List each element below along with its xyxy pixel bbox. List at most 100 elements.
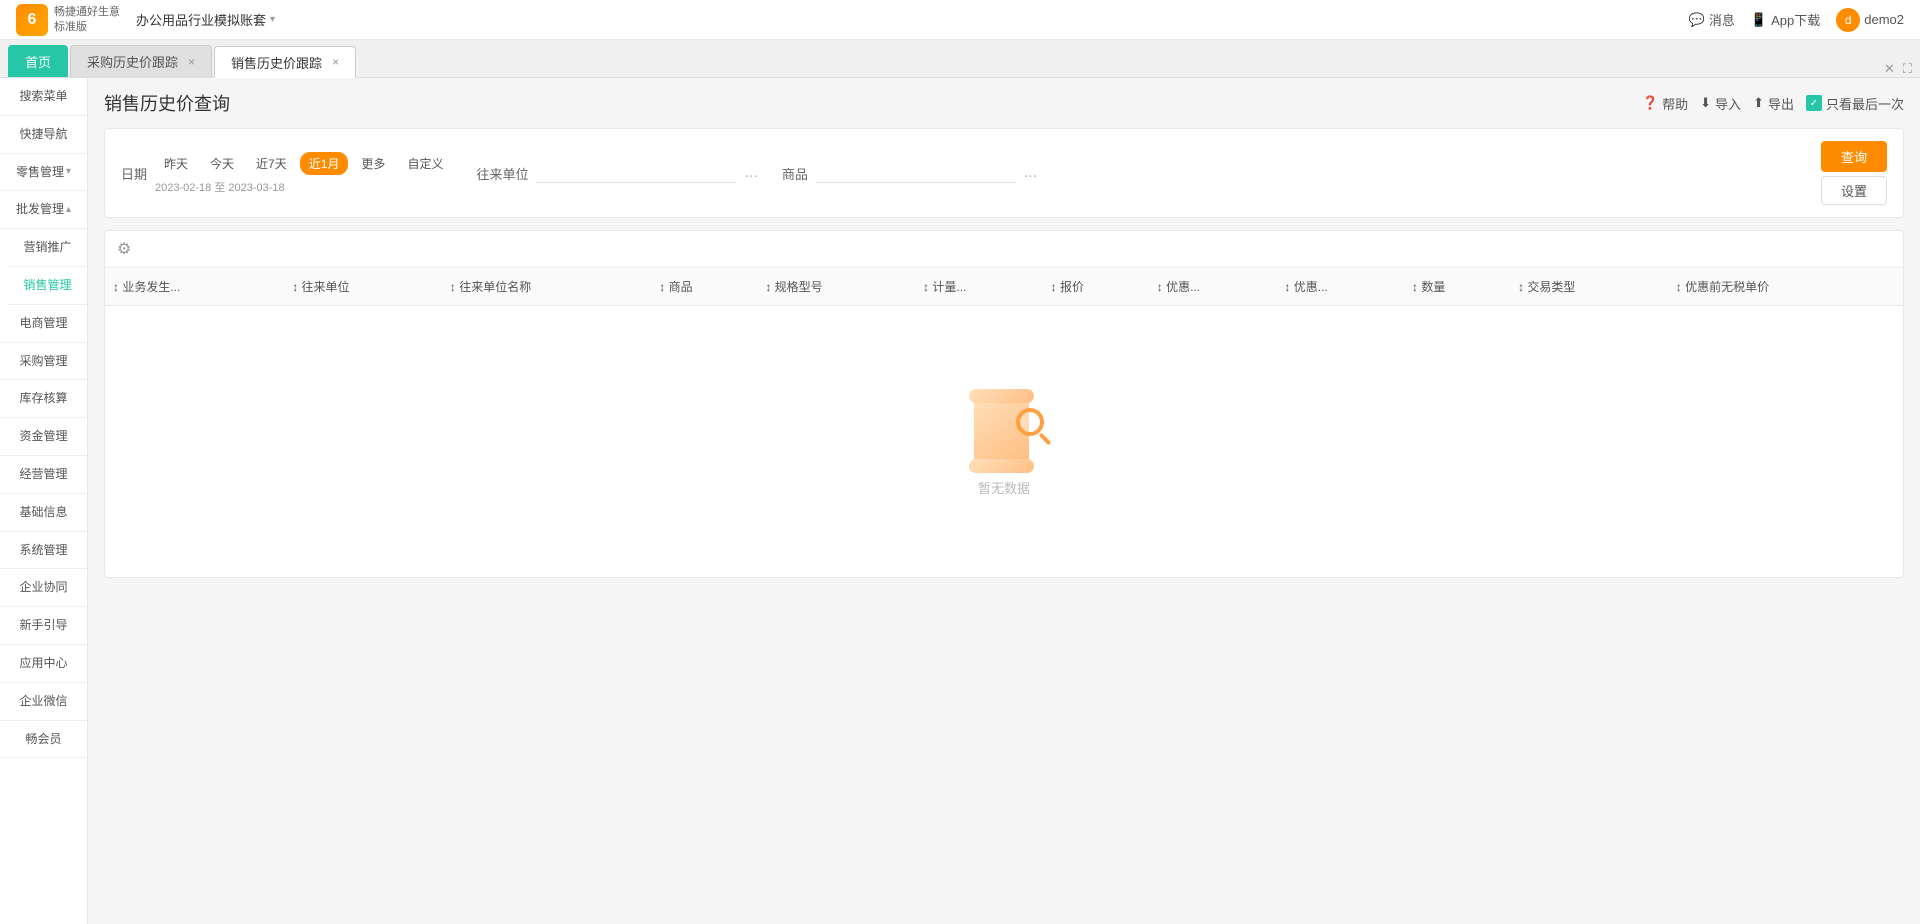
wholesale-mgmt-arrow: ▴ bbox=[66, 203, 71, 217]
tab-sales-history-label: 销售历史价跟踪 bbox=[231, 53, 322, 72]
col-discount1-label: 优惠... bbox=[1166, 280, 1200, 294]
table-head: ↕ 业务发生... ↕ 往来单位 ↕ 往来单位名称 bbox=[105, 268, 1903, 306]
date-btn-today[interactable]: 今天 bbox=[201, 152, 243, 175]
page-content: 销售历史价查询 ❓ 帮助 ⬇ 导入 ⬆ 导出 bbox=[88, 78, 1920, 590]
sidebar-item-system-mgmt[interactable]: 系统管理 bbox=[0, 532, 87, 570]
col-business-date-label: 业务发生... bbox=[122, 280, 180, 294]
sidebar-item-purchase-mgmt[interactable]: 采购管理 bbox=[0, 343, 87, 381]
import-btn[interactable]: ⬇ 导入 bbox=[1700, 94, 1741, 113]
sidebar-item-sales-mgmt[interactable]: 销售管理 bbox=[8, 267, 87, 305]
close-all-tabs-icon[interactable]: ✕ bbox=[1884, 61, 1895, 77]
col-transaction-type-label: 交易类型 bbox=[1527, 280, 1575, 294]
sidebar-item-enterprise-wechat[interactable]: 企业微信 bbox=[0, 683, 87, 721]
col-partner-name-label: 往来单位名称 bbox=[459, 280, 531, 294]
wholesale-submenu: 营销推广 销售管理 bbox=[0, 229, 87, 305]
sidebar-item-ecommerce-label: 电商管理 bbox=[19, 316, 67, 330]
tab-bar: 首页 采购历史价跟踪 × 销售历史价跟踪 × ✕ ⛶ bbox=[0, 40, 1920, 78]
logo-text: 畅捷通好生意 标准版 bbox=[54, 5, 120, 34]
sidebar-item-wholesale-mgmt-label: 批发管理 bbox=[16, 201, 64, 218]
empty-state: 暂无数据 bbox=[105, 306, 1903, 577]
import-label: 导入 bbox=[1715, 94, 1741, 113]
sidebar-item-member[interactable]: 畅会员 bbox=[0, 721, 87, 759]
sidebar-item-operations-label: 经营管理 bbox=[19, 467, 67, 481]
from-unit-input[interactable] bbox=[536, 163, 736, 183]
content-area: 销售历史价查询 ❓ 帮助 ⬇ 导入 ⬆ 导出 bbox=[88, 78, 1920, 924]
from-unit-label: 往来单位 bbox=[476, 164, 528, 183]
logo-area: 6 畅捷通好生意 标准版 bbox=[16, 4, 120, 36]
tab-sales-history-close[interactable]: × bbox=[332, 55, 339, 69]
user-name: demo2 bbox=[1864, 12, 1904, 27]
sidebar-item-marketing[interactable]: 营销推广 bbox=[8, 229, 87, 267]
product-input[interactable] bbox=[816, 163, 1016, 183]
sidebar-item-retail-mgmt[interactable]: 零售管理 ▾ bbox=[0, 154, 87, 192]
app-download-label: App下载 bbox=[1771, 10, 1820, 29]
workspace-selector[interactable]: 办公用品行业模拟账套 ▾ bbox=[128, 6, 283, 33]
sidebar-item-finance-label: 资金管理 bbox=[19, 429, 67, 443]
user-profile-btn[interactable]: d demo2 bbox=[1836, 8, 1904, 32]
col-discount1: ↕ 优惠... bbox=[1149, 268, 1277, 306]
sidebar-item-wechat-label: 企业微信 bbox=[19, 694, 67, 708]
sidebar-item-ecommerce-mgmt[interactable]: 电商管理 bbox=[0, 305, 87, 343]
tab-home[interactable]: 首页 bbox=[8, 45, 68, 77]
product-label: 商品 bbox=[782, 164, 808, 183]
filter-area: 日期 昨天 今天 近7天 近1月 更多 自定义 2023-02-18 至 202… bbox=[104, 128, 1904, 218]
header-left: 6 畅捷通好生意 标准版 办公用品行业模拟账套 ▾ bbox=[16, 4, 283, 36]
col-pretax-price: ↕ 优惠前无税单价 bbox=[1668, 268, 1903, 306]
only-last-label: 只看最后一次 bbox=[1826, 94, 1904, 113]
help-btn[interactable]: ❓ 帮助 bbox=[1642, 94, 1688, 113]
export-icon: ⬆ bbox=[1753, 95, 1764, 111]
date-btn-7days[interactable]: 近7天 bbox=[247, 152, 296, 175]
message-btn[interactable]: 💬 消息 bbox=[1689, 10, 1735, 29]
col-business-date: ↕ 业务发生... bbox=[105, 268, 284, 306]
sidebar-item-sales-mgmt-label: 销售管理 bbox=[23, 278, 71, 292]
sidebar-item-quick-nav[interactable]: 快捷导航 bbox=[0, 116, 87, 154]
sidebar: 搜索菜单 快捷导航 零售管理 ▾ 批发管理 ▴ 营销推广 销售管理 电商管理 采… bbox=[0, 78, 88, 924]
col-product-label: 商品 bbox=[669, 280, 693, 294]
tab-purchase-history[interactable]: 采购历史价跟踪 × bbox=[70, 45, 212, 77]
message-label: 消息 bbox=[1709, 10, 1735, 29]
table-toolbar: ⚙ bbox=[105, 231, 1903, 268]
sidebar-item-retail-mgmt-label: 零售管理 bbox=[16, 164, 64, 181]
sidebar-item-inventory-label: 库存核算 bbox=[19, 391, 67, 405]
col-partner-code-label: 往来单位 bbox=[302, 280, 350, 294]
sidebar-item-marketing-label: 营销推广 bbox=[23, 240, 71, 254]
sidebar-item-newcomer-guide[interactable]: 新手引导 bbox=[0, 607, 87, 645]
sidebar-item-enterprise-collab[interactable]: 企业协同 bbox=[0, 569, 87, 607]
tab-sales-history[interactable]: 销售历史价跟踪 × bbox=[214, 46, 356, 78]
sidebar-item-basic-info-label: 基础信息 bbox=[19, 505, 67, 519]
date-range-text: 2023-02-18 至 2023-03-18 bbox=[155, 179, 452, 195]
empty-icon bbox=[964, 386, 1044, 466]
app-download-btn[interactable]: 📱 App下载 bbox=[1751, 10, 1820, 29]
settings-button[interactable]: 设置 bbox=[1821, 176, 1887, 205]
sidebar-item-wholesale-mgmt[interactable]: 批发管理 ▴ bbox=[0, 191, 87, 229]
tab-home-label: 首页 bbox=[25, 52, 51, 71]
from-unit-dots[interactable]: ... bbox=[744, 164, 757, 182]
date-btn-more[interactable]: 更多 bbox=[352, 152, 394, 175]
date-btn-custom[interactable]: 自定义 bbox=[398, 152, 452, 175]
col-product: ↕ 商品 bbox=[651, 268, 757, 306]
col-discount2-label: 优惠... bbox=[1294, 280, 1328, 294]
sidebar-item-app-center[interactable]: 应用中心 bbox=[0, 645, 87, 683]
page-title-row: 销售历史价查询 ❓ 帮助 ⬇ 导入 ⬆ 导出 bbox=[104, 90, 1904, 116]
workspace-name: 办公用品行业模拟账套 bbox=[136, 10, 266, 29]
col-quote-label: 报价 bbox=[1060, 280, 1084, 294]
sidebar-item-search-menu[interactable]: 搜索菜单 bbox=[0, 78, 87, 116]
query-button[interactable]: 查询 bbox=[1821, 141, 1887, 172]
product-dots[interactable]: ... bbox=[1024, 164, 1037, 182]
only-last-checkbox[interactable]: ✓ 只看最后一次 bbox=[1806, 94, 1904, 113]
table-settings-icon[interactable]: ⚙ bbox=[117, 239, 131, 259]
sidebar-item-basic-info[interactable]: 基础信息 bbox=[0, 494, 87, 532]
tab-purchase-history-close[interactable]: × bbox=[188, 55, 195, 69]
col-partner-name: ↕ 往来单位名称 bbox=[442, 268, 651, 306]
export-btn[interactable]: ⬆ 导出 bbox=[1753, 94, 1794, 113]
sidebar-item-finance-mgmt[interactable]: 资金管理 bbox=[0, 418, 87, 456]
sidebar-item-inventory-check[interactable]: 库存核算 bbox=[0, 380, 87, 418]
import-icon: ⬇ bbox=[1700, 95, 1711, 111]
col-spec: ↕ 规格型号 bbox=[757, 268, 915, 306]
date-btn-yesterday[interactable]: 昨天 bbox=[155, 152, 197, 175]
maximize-icon[interactable]: ⛶ bbox=[1903, 61, 1912, 77]
sidebar-item-operations-mgmt[interactable]: 经营管理 bbox=[0, 456, 87, 494]
col-transaction-type: ↕ 交易类型 bbox=[1510, 268, 1668, 306]
date-btn-1month[interactable]: 近1月 bbox=[300, 152, 349, 175]
message-icon: 💬 bbox=[1689, 12, 1705, 28]
